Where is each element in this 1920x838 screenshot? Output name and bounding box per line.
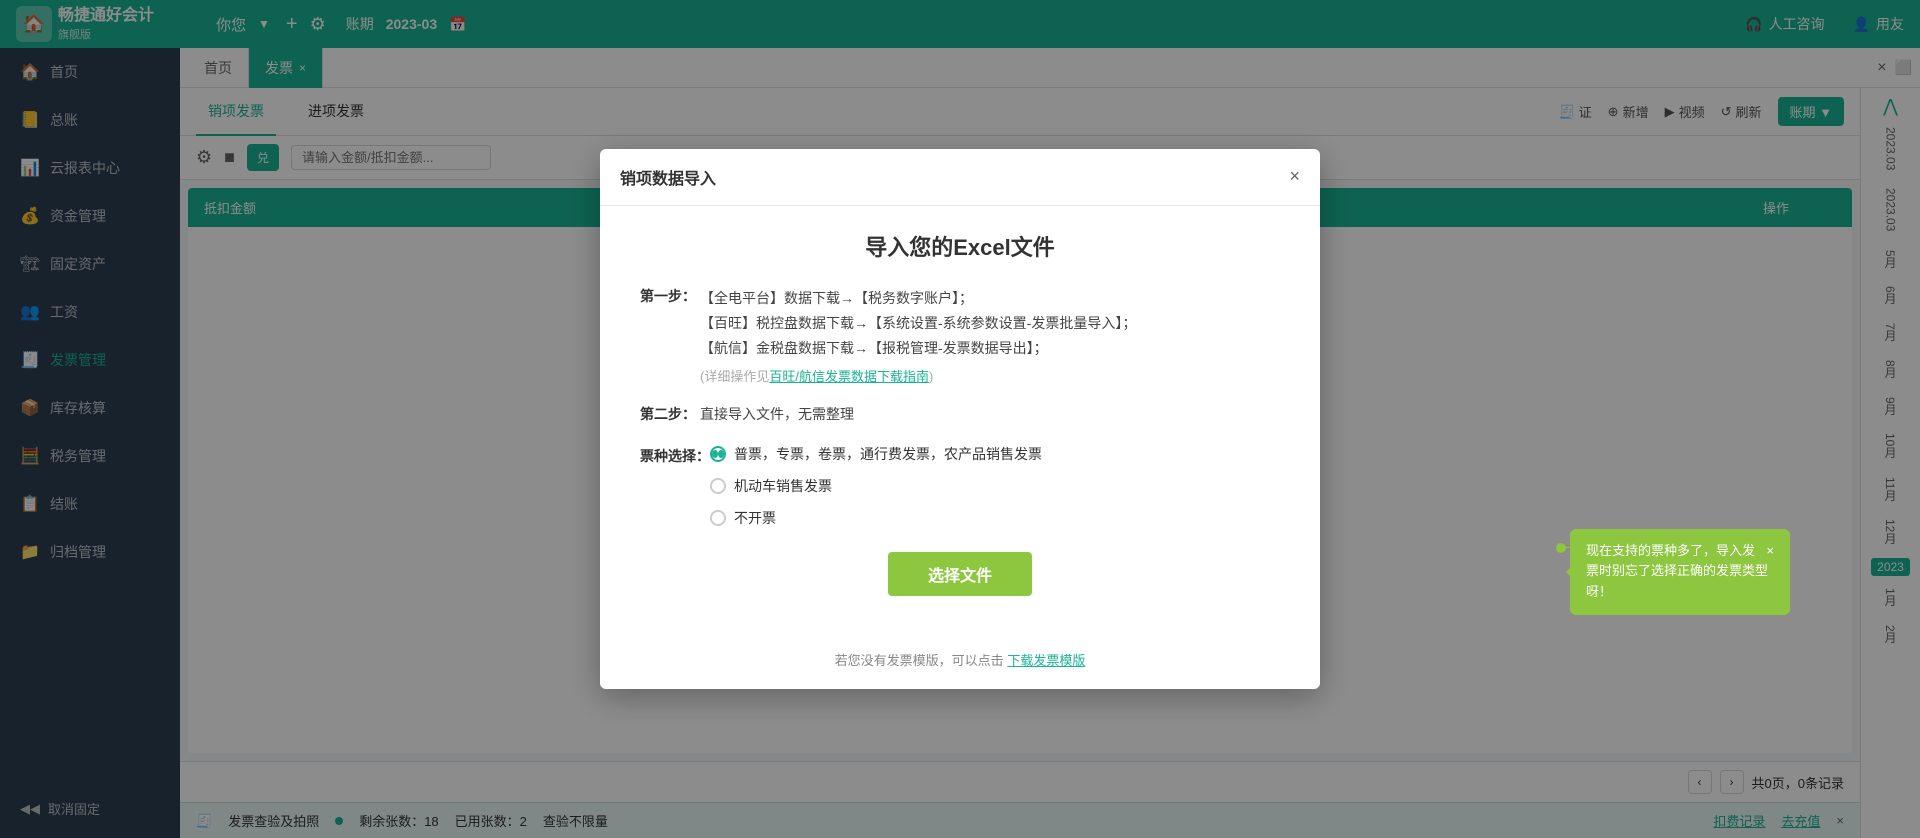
ticket-option-0[interactable]: 普票，专票，卷票，通行费发票，农产品销售发票	[710, 444, 1042, 464]
import-modal: 销项数据导入 × 导入您的Excel文件 第一步： 【全电平台】数据下载→【税务…	[600, 149, 1320, 690]
radio-0[interactable]	[710, 446, 726, 462]
step1-line3: 【航信】金税盘数据下载→【报税管理-发票数据导出】；	[700, 336, 1136, 361]
ticket-option-1[interactable]: 机动车销售发票	[710, 476, 1042, 496]
select-file-btn[interactable]: 选择文件	[888, 552, 1032, 596]
modal-title: 销项数据导入	[620, 165, 716, 189]
modal-footer: 若您没有发票模版，可以点击 下载发票模版	[600, 650, 1320, 689]
modal-header: 销项数据导入 ×	[600, 149, 1320, 206]
step2-content: 直接导入文件，无需整理	[700, 404, 854, 424]
modal-body: 导入您的Excel文件 第一步： 【全电平台】数据下载→【税务数字账户】； 【百…	[600, 206, 1320, 651]
tooltip-text: 现在支持的票种多了，导入发票时别忘了选择正确的发票类型呀！	[1586, 543, 1768, 600]
tooltip-bubble: × 现在支持的票种多了，导入发票时别忘了选择正确的发票类型呀！	[1570, 529, 1790, 615]
step1-label: 第一步：	[640, 286, 700, 383]
modal-close-btn[interactable]: ×	[1289, 166, 1300, 187]
ticket-label: 票种选择：	[640, 444, 710, 466]
import-title: 导入您的Excel文件	[640, 230, 1280, 262]
footer-text: 若您没有发票模版，可以点击	[835, 653, 1004, 668]
ticket-option-2[interactable]: 不开票	[710, 508, 1042, 528]
step1-row: 第一步： 【全电平台】数据下载→【税务数字账户】； 【百旺】税控盘数据下载→【系…	[640, 286, 1280, 389]
radio-2[interactable]	[710, 510, 726, 526]
modal-overlay: 销项数据导入 × 导入您的Excel文件 第一步： 【全电平台】数据下载→【税务…	[0, 0, 1920, 838]
step1-line2: 【百旺】税控盘数据下载→【系统设置-系统参数设置-发票批量导入】；	[700, 311, 1136, 336]
ticket-select-row: 票种选择： 普票，专票，卷票，通行费发票，农产品销售发票 机动车销售发票	[640, 444, 1280, 528]
step2-row: 第二步： 直接导入文件，无需整理	[640, 404, 1280, 424]
step1-content: 【全电平台】数据下载→【税务数字账户】； 【百旺】税控盘数据下载→【系统设置-系…	[700, 286, 1136, 389]
step1-hint: (详细操作见百旺/航信发票数据下载指南)	[700, 365, 1136, 388]
step1-line1: 【全电平台】数据下载→【税务数字账户】；	[700, 286, 1136, 311]
ticket-options: 普票，专票，卷票，通行费发票，农产品销售发票 机动车销售发票 不开票	[710, 444, 1042, 528]
step2-label: 第二步：	[640, 404, 700, 424]
tooltip-close-icon[interactable]: ×	[1766, 541, 1774, 562]
download-template-link[interactable]: 下载发票模版	[1007, 653, 1085, 668]
radio-1[interactable]	[710, 478, 726, 494]
guide-link[interactable]: 百旺/航信发票数据下载指南	[769, 369, 929, 384]
